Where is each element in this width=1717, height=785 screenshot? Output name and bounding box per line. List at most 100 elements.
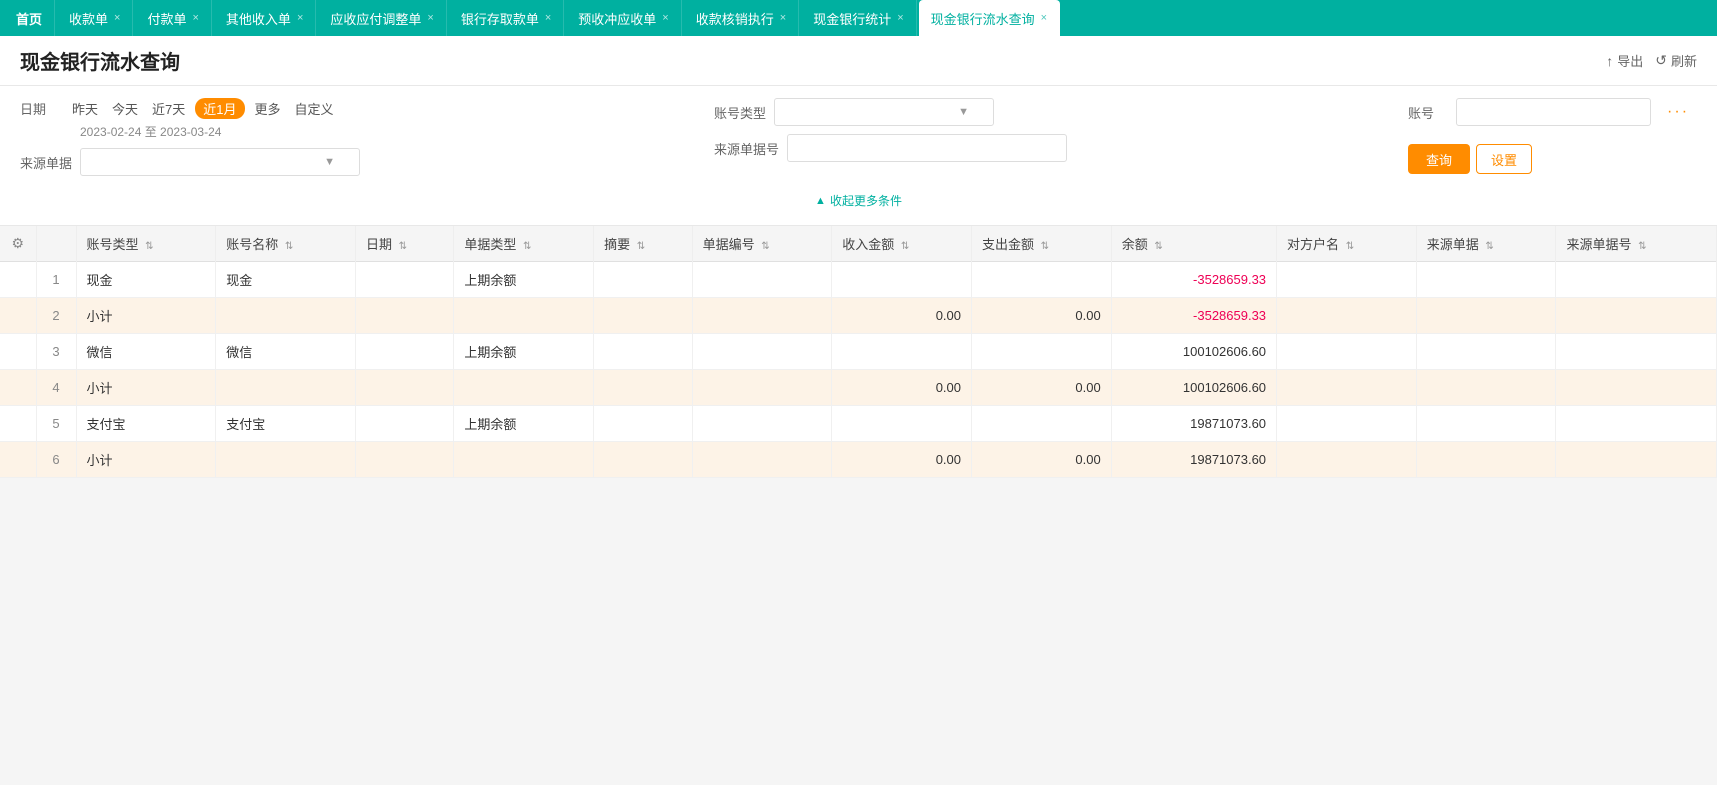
th-settings[interactable]: ⚙ (0, 226, 36, 262)
th-doc-type[interactable]: 单据类型 ⇅ (454, 226, 594, 262)
td-settings-cell (0, 406, 36, 442)
nav-tab-home[interactable]: 首页 (4, 0, 55, 36)
date-opt-7days[interactable]: 近7天 (148, 98, 189, 119)
td-source-doc (1416, 298, 1556, 334)
nav-tab-shoukuanhexiao[interactable]: 收款核销执行 × (684, 0, 799, 36)
refresh-label: 刷新 (1671, 51, 1697, 70)
nav-tab-yushou[interactable]: 预收冲应收单 × (566, 0, 681, 36)
td-doc-type: 上期余额 (454, 334, 594, 370)
filter-row-source: 来源单据 ▼ (20, 148, 694, 176)
shoukuanhexiao-label: 收款核销执行 (696, 9, 774, 28)
td-settings-cell (0, 262, 36, 298)
td-source-doc-no (1556, 262, 1717, 298)
td-expense: 0.00 (972, 370, 1112, 406)
close-shoukuanhexiao-icon[interactable]: × (780, 12, 786, 24)
nav-tab-shoukuan[interactable]: 收款单 × (57, 0, 133, 36)
td-doc-type: 上期余额 (454, 406, 594, 442)
td-counterpart (1277, 334, 1417, 370)
table-row[interactable]: 6 小计 0.00 0.00 19871073.60 (0, 442, 1717, 478)
td-doc-no (692, 370, 832, 406)
top-navigation: 首页 收款单 × 付款单 × 其他收入单 × 应收应付调整单 × 银行存取款单 … (0, 0, 1717, 36)
table-row[interactable]: 1 现金 现金 上期余额 -3528659.33 (0, 262, 1717, 298)
account-type-select[interactable]: ▼ (774, 98, 994, 126)
td-account-type: 小计 (76, 298, 216, 334)
th-account-type[interactable]: 账号类型 ⇅ (76, 226, 216, 262)
td-row-num: 2 (36, 298, 76, 334)
shoukuan-label: 收款单 (69, 9, 108, 28)
nav-tab-xianjintongji[interactable]: 现金银行统计 × (801, 0, 916, 36)
filter-row-daterange: 2023-02-24 至 2023-03-24 (20, 123, 694, 140)
account-dots-button[interactable]: ··· (1659, 103, 1697, 121)
date-options: 昨天 今天 近7天 近1月 更多 自定义 (68, 98, 338, 119)
table-row[interactable]: 2 小计 0.00 0.00 -3528659.33 (0, 298, 1717, 334)
th-source-doc-no[interactable]: 来源单据号 ⇅ (1556, 226, 1717, 262)
liushui-label: 现金银行流水查询 (931, 9, 1035, 28)
th-account-name[interactable]: 账号名称 ⇅ (216, 226, 356, 262)
td-source-doc-no (1556, 406, 1717, 442)
th-expense[interactable]: 支出金额 ⇅ (972, 226, 1112, 262)
td-counterpart (1277, 442, 1417, 478)
close-liushui-icon[interactable]: × (1041, 12, 1047, 24)
th-summary[interactable]: 摘要 ⇅ (594, 226, 692, 262)
date-opt-custom[interactable]: 自定义 (291, 98, 338, 119)
td-source-doc (1416, 262, 1556, 298)
source-doc-no-input[interactable] (787, 134, 1067, 162)
nav-tab-yinhang[interactable]: 银行存取款单 × (449, 0, 564, 36)
td-row-num: 6 (36, 442, 76, 478)
table-settings-icon[interactable]: ⚙ (11, 235, 24, 251)
date-opt-today[interactable]: 今天 (108, 98, 142, 119)
th-balance[interactable]: 余额 ⇅ (1111, 226, 1276, 262)
td-source-doc (1416, 370, 1556, 406)
nav-tab-yingshouliao[interactable]: 应收应付调整单 × (318, 0, 446, 36)
close-fukuan-icon[interactable]: × (192, 12, 198, 24)
th-counterpart[interactable]: 对方户名 ⇅ (1277, 226, 1417, 262)
close-yingshouliao-icon[interactable]: × (427, 12, 433, 24)
nav-tab-fukuan[interactable]: 付款单 × (135, 0, 211, 36)
table-row[interactable]: 3 微信 微信 上期余额 100102606.60 (0, 334, 1717, 370)
date-range-display: 2023-02-24 至 2023-03-24 (80, 123, 221, 140)
table-row[interactable]: 5 支付宝 支付宝 上期余额 19871073.60 (0, 406, 1717, 442)
nav-tab-qita[interactable]: 其他收入单 × (214, 0, 316, 36)
page-title: 现金银行流水查询 (20, 46, 180, 75)
td-summary (594, 406, 692, 442)
th-doc-no[interactable]: 单据编号 ⇅ (692, 226, 832, 262)
settings-button[interactable]: 设置 (1476, 144, 1532, 174)
date-opt-yesterday[interactable]: 昨天 (68, 98, 102, 119)
date-opt-more[interactable]: 更多 (251, 98, 285, 119)
td-settings-cell (0, 298, 36, 334)
account-input[interactable] (1456, 98, 1651, 126)
close-xianjintongji-icon[interactable]: × (897, 12, 903, 24)
td-counterpart (1277, 370, 1417, 406)
date-filter-group: 日期 昨天 今天 近7天 近1月 更多 自定义 (20, 98, 338, 119)
td-date (355, 442, 453, 478)
xianjintongji-label: 现金银行统计 (813, 9, 891, 28)
th-source-doc[interactable]: 来源单据 ⇅ (1416, 226, 1556, 262)
source-doc-select[interactable]: ▼ (80, 148, 360, 176)
th-income[interactable]: 收入金额 ⇅ (832, 226, 972, 262)
date-label: 日期 (20, 99, 60, 118)
td-expense (972, 262, 1112, 298)
export-icon: ↑ (1606, 53, 1613, 69)
date-opt-1month[interactable]: 近1月 (195, 98, 244, 119)
export-label: 导出 (1617, 51, 1643, 70)
td-source-doc-no (1556, 370, 1717, 406)
th-date[interactable]: 日期 ⇅ (355, 226, 453, 262)
nav-tab-liushui[interactable]: 现金银行流水查询 × (919, 0, 1060, 36)
export-button[interactable]: ↑ 导出 (1606, 51, 1643, 70)
close-yushou-icon[interactable]: × (662, 12, 668, 24)
td-income: 0.00 (832, 442, 972, 478)
td-account-name: 现金 (216, 262, 356, 298)
td-doc-type (454, 370, 594, 406)
source-doc-chevron-icon: ▼ (324, 156, 335, 168)
refresh-button[interactable]: ↺ 刷新 (1655, 51, 1697, 70)
close-qita-icon[interactable]: × (297, 12, 303, 24)
query-button[interactable]: 查询 (1408, 144, 1470, 174)
td-account-name: 微信 (216, 334, 356, 370)
td-account-type: 微信 (76, 334, 216, 370)
close-shoukuan-icon[interactable]: × (114, 12, 120, 24)
table-row[interactable]: 4 小计 0.00 0.00 100102606.60 (0, 370, 1717, 406)
td-settings-cell (0, 370, 36, 406)
collapse-bar[interactable]: ▲ 收起更多条件 (20, 188, 1697, 213)
td-source-doc-no (1556, 334, 1717, 370)
close-yinhang-icon[interactable]: × (545, 12, 551, 24)
